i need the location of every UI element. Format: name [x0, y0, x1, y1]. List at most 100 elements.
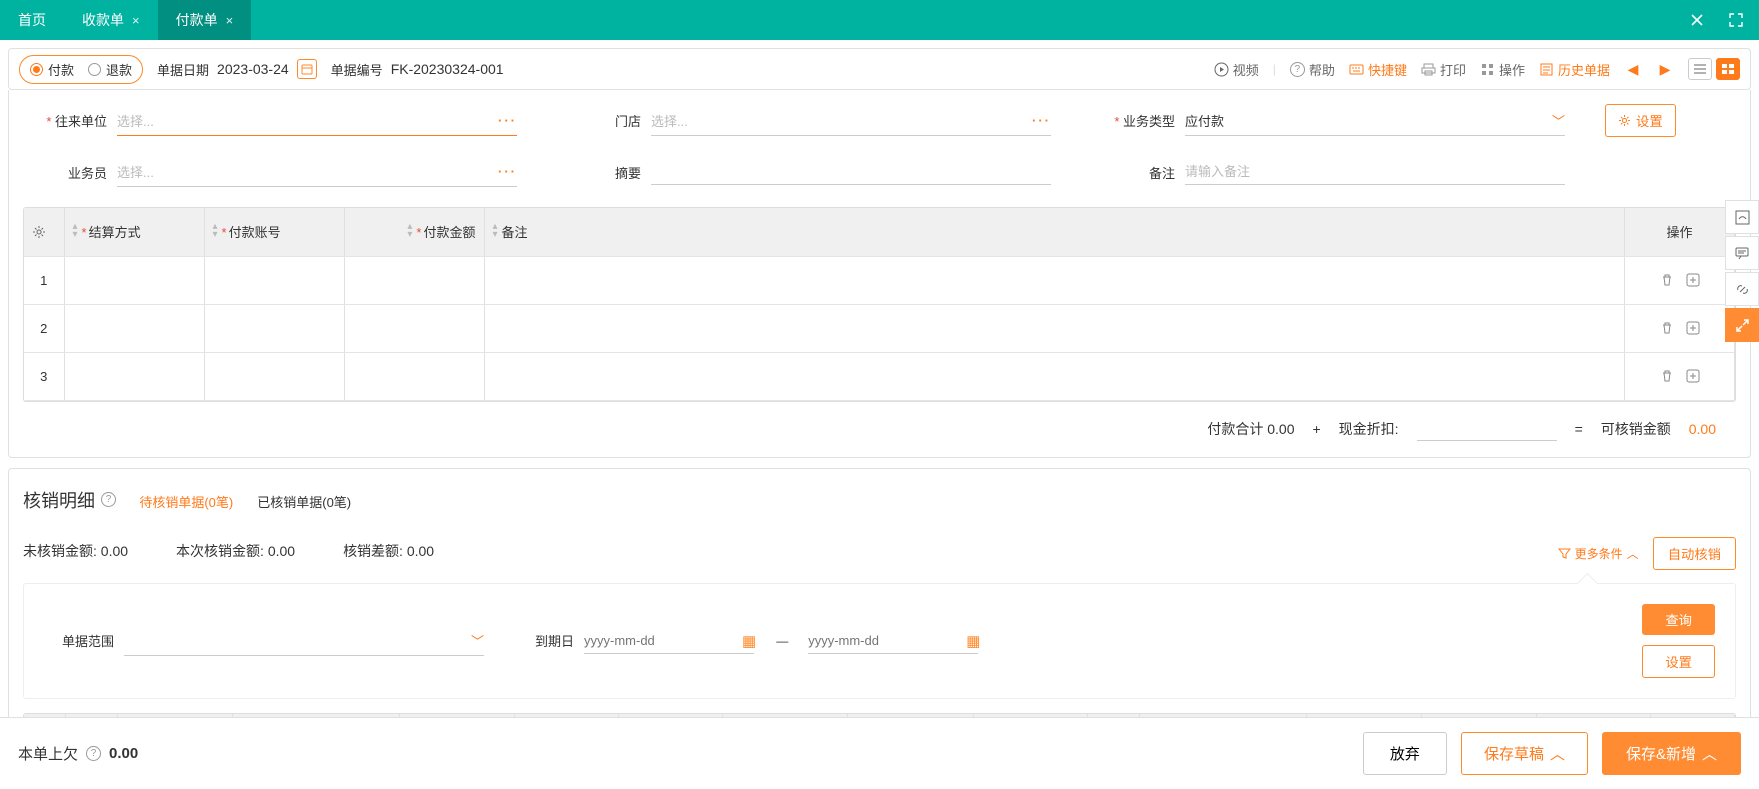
- sort-icon: ▴▾: [73, 223, 78, 239]
- save-draft-button[interactable]: 保存草稿︿: [1461, 732, 1588, 775]
- ellipsis-icon: ···: [498, 113, 517, 128]
- sales-label: 业务员: [23, 163, 107, 182]
- card-view-icon[interactable]: [1716, 58, 1740, 80]
- vendor-select[interactable]: 选择...···: [117, 106, 517, 136]
- biztype-select[interactable]: 应付款﹀: [1185, 106, 1565, 136]
- owe-label: 本单上欠: [18, 743, 78, 764]
- doc-code-label: 单据编号: [331, 60, 383, 79]
- due-date-to[interactable]: [808, 628, 978, 654]
- remark-label: 备注: [1091, 163, 1175, 182]
- help-icon[interactable]: ?: [101, 492, 116, 507]
- help-icon[interactable]: ?: [86, 746, 101, 761]
- grid-row[interactable]: 2: [24, 304, 1735, 352]
- more-filters-link[interactable]: 更多条件︿: [1558, 545, 1639, 562]
- delete-row-icon[interactable]: [1660, 273, 1674, 287]
- shortcut-link[interactable]: 快捷键: [1349, 60, 1407, 79]
- draft-side-icon[interactable]: [1725, 200, 1759, 234]
- grid-gear-header[interactable]: [24, 208, 64, 256]
- form-settings-button[interactable]: 设置: [1605, 104, 1676, 137]
- link-label: 快捷键: [1368, 60, 1407, 79]
- dash: —: [776, 634, 788, 648]
- radio-pay[interactable]: 付款: [30, 60, 74, 79]
- recon-tab-done[interactable]: 已核销单据(0笔): [257, 492, 351, 511]
- summary-line: 付款合计 0.00 + 现金折扣: = 可核销金额 0.00: [23, 402, 1736, 451]
- offset-label: 可核销金额: [1601, 419, 1671, 439]
- equals-sign: =: [1575, 421, 1583, 437]
- auto-reconcile-button[interactable]: 自动核销: [1653, 537, 1736, 570]
- store-select[interactable]: 选择...···: [651, 106, 1051, 136]
- remark-input[interactable]: [1185, 159, 1565, 185]
- video-link[interactable]: 视频: [1214, 60, 1259, 79]
- col-account[interactable]: ▴▾*付款账号: [204, 208, 344, 256]
- col-remark[interactable]: ▴▾备注: [484, 208, 1625, 256]
- grid-row[interactable]: 1: [24, 256, 1735, 304]
- sales-select[interactable]: 选择...···: [117, 157, 517, 187]
- add-row-icon[interactable]: [1686, 273, 1700, 287]
- add-row-icon[interactable]: [1686, 321, 1700, 335]
- calendar-icon[interactable]: [297, 59, 317, 79]
- button-label: 设置: [1636, 111, 1663, 130]
- link-label: 打印: [1440, 60, 1466, 79]
- chevron-up-icon: ︿: [1550, 743, 1565, 764]
- history-link[interactable]: 历史单据: [1539, 60, 1610, 79]
- due-date-from[interactable]: [584, 628, 754, 654]
- close-icon[interactable]: ×: [132, 13, 140, 28]
- col-label: 付款金额: [423, 225, 475, 240]
- delete-row-icon[interactable]: [1660, 321, 1674, 335]
- gear-icon: [1618, 114, 1631, 127]
- link-label: 更多条件: [1575, 545, 1623, 562]
- operate-link[interactable]: 操作: [1480, 60, 1525, 79]
- chat-side-icon[interactable]: [1725, 236, 1759, 270]
- radio-refund[interactable]: 退款: [88, 60, 132, 79]
- tab-label: 首页: [18, 10, 46, 30]
- link-side-icon[interactable]: [1725, 272, 1759, 306]
- grid-row[interactable]: 3: [24, 352, 1735, 400]
- ellipsis-icon: ···: [498, 164, 517, 179]
- tab-receipt[interactable]: 收款单×: [64, 0, 158, 40]
- discard-button[interactable]: 放弃: [1363, 732, 1447, 775]
- recon-tab-pending[interactable]: 待核销单据(0笔): [139, 492, 233, 511]
- fullscreen-icon[interactable]: [1721, 0, 1751, 40]
- ellipsis-icon: ···: [1032, 113, 1051, 128]
- row-index: 2: [24, 304, 64, 352]
- pay-total-value: 0.00: [1267, 421, 1294, 437]
- button-label: 保存&新增: [1626, 743, 1696, 764]
- prev-doc-icon[interactable]: ◀: [1624, 61, 1642, 78]
- col-settle[interactable]: ▴▾*结算方式: [64, 208, 204, 256]
- add-row-icon[interactable]: [1686, 369, 1700, 383]
- save-new-button[interactable]: 保存&新增 ︿: [1602, 732, 1741, 775]
- col-amount[interactable]: ▴▾*付款金额: [344, 208, 484, 256]
- range-select[interactable]: ﹀: [124, 626, 484, 656]
- tab-home[interactable]: 首页: [0, 0, 64, 40]
- close-tab-icon[interactable]: [1679, 0, 1715, 40]
- print-link[interactable]: 打印: [1421, 60, 1466, 79]
- next-doc-icon[interactable]: ▶: [1656, 61, 1674, 78]
- owe-value: 0.00: [109, 745, 138, 762]
- radio-label: 退款: [106, 60, 132, 79]
- tab-payment-active[interactable]: 付款单×: [158, 0, 252, 40]
- chevron-up-icon: ︿: [1627, 545, 1639, 562]
- list-view-icon[interactable]: [1688, 58, 1712, 80]
- sort-icon: ▴▾: [213, 223, 218, 239]
- biztype-label: 业务类型: [1091, 111, 1175, 130]
- gear-icon: [32, 225, 46, 239]
- doc-date-label: 单据日期: [157, 60, 209, 79]
- help-link[interactable]: ?帮助: [1290, 60, 1335, 79]
- delete-row-icon[interactable]: [1660, 369, 1674, 383]
- col-label: 备注: [502, 225, 528, 240]
- plus-sign: +: [1312, 421, 1320, 437]
- discount-label: 现金折扣:: [1339, 419, 1399, 439]
- reconcile-title: 核销明细?: [23, 487, 116, 513]
- query-button[interactable]: 查询: [1642, 604, 1715, 635]
- chevron-up-icon: ︿: [1702, 743, 1717, 764]
- close-icon[interactable]: ×: [226, 13, 234, 28]
- store-label: 门店: [557, 111, 641, 130]
- discount-input[interactable]: [1417, 418, 1557, 441]
- expand-side-icon[interactable]: [1725, 308, 1759, 342]
- link-label: 帮助: [1309, 60, 1335, 79]
- col-label: 付款账号: [229, 225, 281, 240]
- filter-panel: 单据范围 ﹀ 到期日 ▦ — ▦ 查询 设置: [23, 583, 1736, 699]
- filter-settings-button[interactable]: 设置: [1642, 645, 1715, 678]
- doc-date-value[interactable]: 2023-03-24: [217, 61, 289, 77]
- summary-input[interactable]: [651, 159, 1051, 185]
